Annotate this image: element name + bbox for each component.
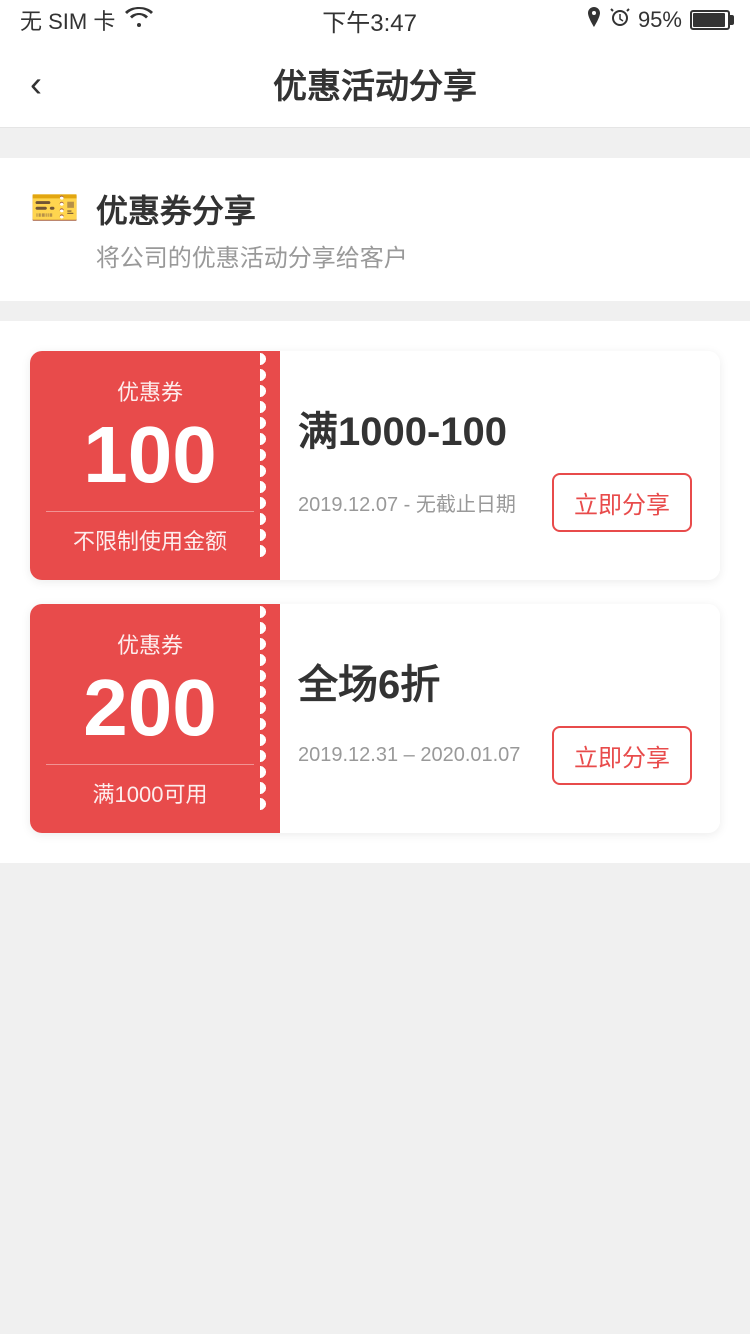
coupon-name-2: 全场6折: [298, 652, 692, 710]
alarm-icon: [610, 7, 630, 33]
coupon-left-1: 优惠券 100 不限制使用金额: [30, 351, 270, 580]
battery-percent: 95%: [638, 7, 682, 33]
section-header: 🎫 优惠券分享 将公司的优惠活动分享给客户: [0, 158, 750, 301]
section-icon: 🎫: [30, 188, 80, 228]
battery-icon: [690, 10, 730, 30]
coupon-divider-1: [46, 511, 254, 512]
coupon-right-1: 满1000-100 2019.12.07 - 无截止日期 立即分享: [270, 351, 720, 580]
coupon-meta-2: 2019.12.31 – 2020.01.07 立即分享: [298, 726, 692, 785]
back-button[interactable]: ‹: [30, 63, 42, 105]
coupon-card-1: 优惠券 100 不限制使用金额 满1000-100 2019.12.07 - 无…: [30, 351, 720, 580]
coupon-date-2: 2019.12.31 – 2020.01.07: [298, 744, 540, 767]
location-icon: [586, 7, 602, 33]
coupon-meta-1: 2019.12.07 - 无截止日期 立即分享: [298, 473, 692, 532]
coupon-name-1: 满1000-100: [298, 399, 692, 457]
status-time: 下午3:47: [322, 3, 417, 38]
nav-bar: ‹ 优惠活动分享: [0, 40, 750, 128]
share-button-1[interactable]: 立即分享: [552, 473, 692, 532]
coupons-list: 优惠券 100 不限制使用金额 满1000-100 2019.12.07 - 无…: [0, 321, 750, 863]
coupon-condition-1: 不限制使用金额: [73, 524, 227, 556]
section-subtitle: 将公司的优惠活动分享给客户: [96, 238, 408, 273]
share-button-2[interactable]: 立即分享: [552, 726, 692, 785]
sim-text: 无 SIM 卡: [20, 4, 115, 36]
coupon-amount-2: 200: [83, 668, 216, 748]
status-bar: 无 SIM 卡 下午3:47 95%: [0, 0, 750, 40]
coupon-left-2: 优惠券 200 满1000可用: [30, 604, 270, 833]
coupon-card-2: 优惠券 200 满1000可用 全场6折 2019.12.31 – 2020.0…: [30, 604, 720, 833]
section-text: 优惠券分享 将公司的优惠活动分享给客户: [96, 186, 408, 273]
nav-title: 优惠活动分享: [273, 59, 477, 108]
coupon-amount-1: 100: [83, 415, 216, 495]
coupon-label-1: 优惠券: [117, 375, 183, 407]
coupon-condition-2: 满1000可用: [93, 777, 208, 809]
wifi-icon: [125, 7, 153, 33]
status-left: 无 SIM 卡: [20, 4, 153, 36]
content-area: 🎫 优惠券分享 将公司的优惠活动分享给客户 优惠券 100 不限制使用金额 满1…: [0, 128, 750, 893]
status-right: 95%: [586, 7, 730, 33]
coupon-divider-2: [46, 764, 254, 765]
coupon-date-1: 2019.12.07 - 无截止日期: [298, 488, 540, 517]
coupon-right-2: 全场6折 2019.12.31 – 2020.01.07 立即分享: [270, 604, 720, 833]
section-title: 优惠券分享: [96, 186, 408, 232]
divider: [0, 301, 750, 321]
coupon-label-2: 优惠券: [117, 628, 183, 660]
